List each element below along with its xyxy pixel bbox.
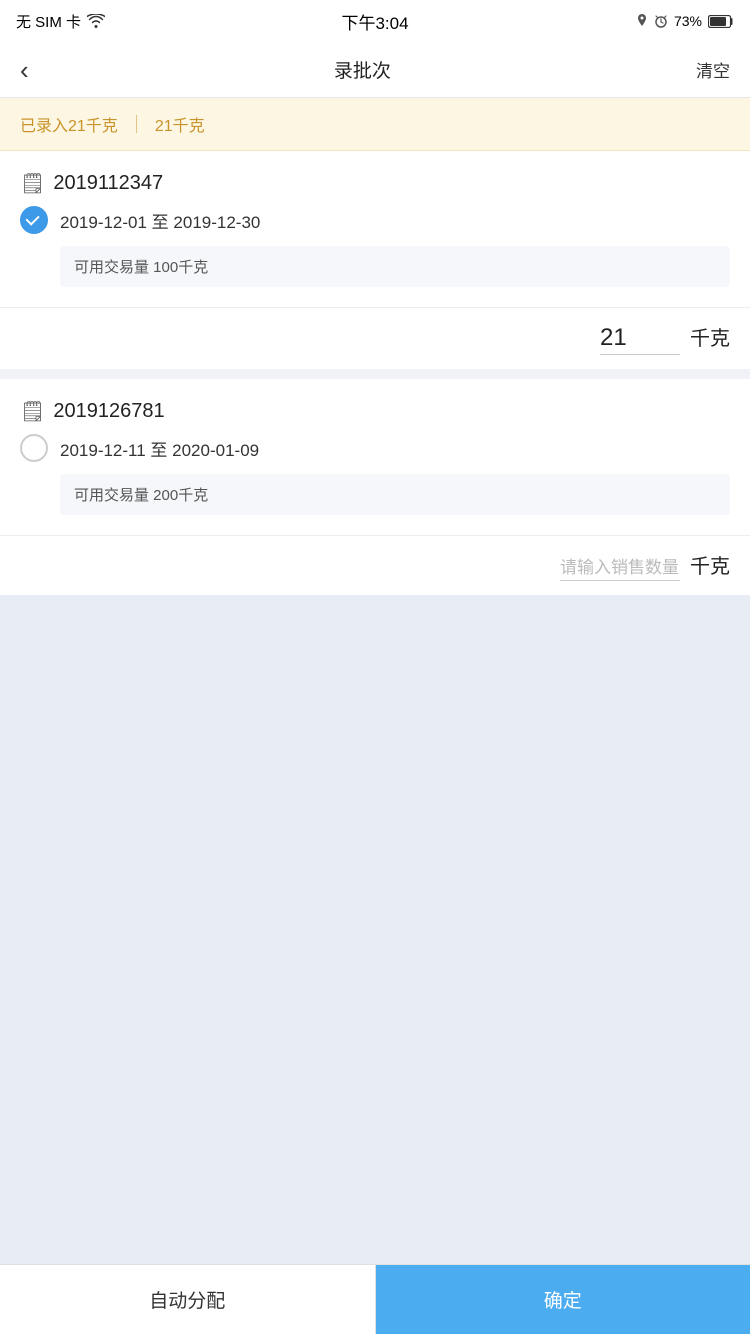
wifi-icon	[87, 14, 105, 28]
batch2-input-placeholder: 请输入销售数量	[560, 558, 679, 577]
batch2-input-unit: 千克	[690, 550, 730, 579]
batch2-radio[interactable]	[20, 434, 48, 462]
confirm-button[interactable]: 确定	[376, 1265, 750, 1334]
status-time: 下午3:04	[341, 9, 408, 34]
batch2-header: 🗒 2019126781	[20, 399, 730, 424]
batch1-quantity-underline[interactable]: 21	[600, 324, 680, 355]
batch1-radio[interactable]	[20, 206, 48, 234]
spacer	[0, 595, 750, 1264]
location-icon	[636, 14, 648, 28]
batch1-header: 🗒 2019112347	[20, 171, 730, 196]
status-right: 73%	[636, 13, 734, 29]
batch2-card: 🗒 2019126781 2019-12-11 至 2020-01-09 可用交…	[0, 379, 750, 535]
total-label: 21千克	[155, 112, 205, 136]
batch2-input-underline[interactable]: 请输入销售数量	[560, 553, 680, 581]
batch2-input-row: 请输入销售数量 千克	[0, 535, 750, 595]
batch1-date: 2019-12-01 至 2019-12-30	[60, 208, 260, 233]
nav-bar: ‹ 录批次 清空	[0, 42, 750, 98]
batch1-available: 可用交易量 100千克	[60, 246, 730, 287]
batch1-quantity-value: 21	[600, 324, 627, 351]
doc-icon-1: 🗒	[20, 171, 45, 196]
info-divider	[136, 115, 137, 133]
doc-icon-2: 🗒	[20, 399, 45, 424]
carrier-text: 无 SIM 卡	[16, 11, 81, 32]
batch1-id: 2019112347	[53, 172, 163, 195]
batch1-card: 🗒 2019112347 2019-12-01 至 2019-12-30 可用交…	[0, 151, 750, 307]
recorded-label: 已录入21千克	[20, 112, 118, 136]
back-button[interactable]: ‹	[20, 57, 29, 83]
alarm-icon	[654, 14, 668, 28]
info-banner: 已录入21千克 21千克	[0, 98, 750, 151]
batch1-quantity-unit: 千克	[690, 322, 730, 351]
battery-icon	[708, 15, 734, 28]
batch2-date: 2019-12-11 至 2020-01-09	[60, 436, 259, 461]
clear-button[interactable]: 清空	[696, 57, 730, 82]
batch2-date-row: 2019-12-11 至 2020-01-09	[20, 434, 730, 462]
status-bar: 无 SIM 卡 下午3:04 73%	[0, 0, 750, 42]
battery-text: 73%	[674, 13, 702, 29]
auto-distribute-button[interactable]: 自动分配	[0, 1265, 376, 1334]
status-left: 无 SIM 卡	[16, 11, 105, 32]
bottom-bar: 自动分配 确定	[0, 1264, 750, 1334]
batch2-id: 2019126781	[53, 400, 164, 423]
page-title: 录批次	[334, 56, 391, 83]
batch2-available: 可用交易量 200千克	[60, 474, 730, 515]
batch1-date-row: 2019-12-01 至 2019-12-30	[20, 206, 730, 234]
content-area: 已录入21千克 21千克 🗒 2019112347 2019-12-01 至 2…	[0, 98, 750, 1264]
batch1-quantity-row: 21 千克	[0, 307, 750, 369]
